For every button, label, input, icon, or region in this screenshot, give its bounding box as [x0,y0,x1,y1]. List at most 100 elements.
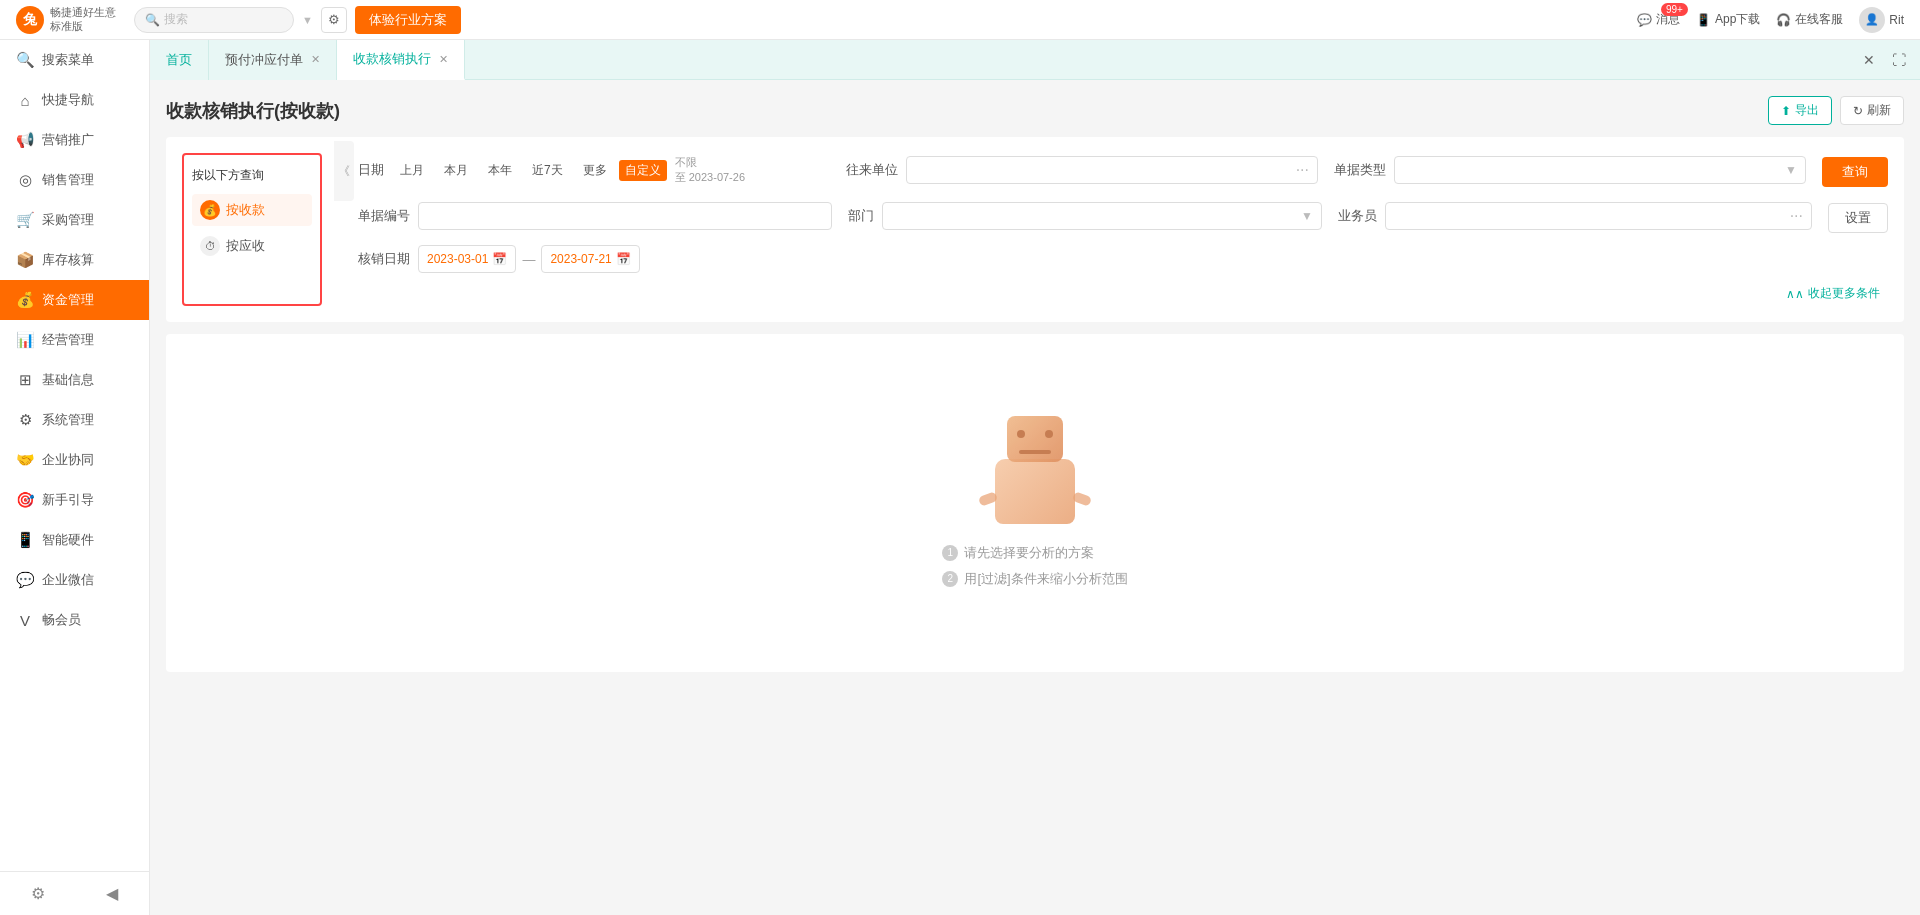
filter-row-2: 单据编号 部门 ▼ 业务员 [358,199,1888,233]
sidebar-item-operation[interactable]: 📊 经营管理 [0,320,149,360]
filter-by-receivable[interactable]: ⏱ 按应收 [192,230,312,262]
inventory-icon: 📦 [16,251,34,269]
sidebar-settings-btn[interactable]: ⚙ [23,880,53,907]
doctype-label: 单据类型 [1334,161,1386,179]
dept-label: 部门 [848,207,874,225]
sidebar-item-wechat[interactable]: 💬 企业微信 [0,560,149,600]
tab-receivable[interactable]: 收款核销执行 ✕ [337,40,465,80]
filter-fields: 日期 上月 本月 本年 近7天 更多 自定义 [358,153,1888,306]
tab-receivable-close[interactable]: ✕ [439,53,448,66]
verify-date-start[interactable]: 2023-03-01 📅 [418,245,516,273]
user-avatar: 👤 [1859,7,1885,33]
verify-date-range: 2023-03-01 📅 — 2023-07-21 📅 [418,245,640,273]
collapse-more-btn[interactable]: ∧∧ 收起更多条件 [1778,281,1888,306]
tab-prepay[interactable]: 预付冲应付单 ✕ [209,40,337,80]
sidebar-item-quick-nav[interactable]: ⌂ 快捷导航 [0,80,149,120]
sidebar-item-marketing[interactable]: 📢 营销推广 [0,120,149,160]
user-area[interactable]: 👤 Rit [1859,7,1904,33]
export-icon: ⬆ [1781,104,1791,118]
top-search[interactable]: 🔍 搜索 [134,7,294,33]
app-download-btn[interactable]: 📱 App下载 [1696,11,1760,28]
sidebar: 🔍 搜索菜单 ⌂ 快捷导航 📢 营销推广 ◎ 销售管理 🛒 采购管理 📦 库存核… [0,40,150,915]
export-button[interactable]: ⬆ 导出 [1768,96,1832,125]
filter-panel: 按以下方查询 💰 按收款 ⏱ 按应收 《 [166,137,1904,322]
sidebar-item-inventory[interactable]: 📦 库存核算 [0,240,149,280]
sidebar-item-finance[interactable]: 💰 资金管理 [0,280,149,320]
enterprise-icon: 🤝 [16,451,34,469]
sidebar-item-system[interactable]: ⚙ 系统管理 [0,400,149,440]
staff-select[interactable]: ··· [1385,202,1812,230]
member-icon: V [16,612,34,629]
receivable-icon: ⏱ [200,236,220,256]
receipt-icon: 💰 [200,200,220,220]
logo: 兔 畅捷通好生意 标准版 [16,6,116,34]
filter-row-1: 日期 上月 本月 本年 近7天 更多 自定义 [358,153,1888,187]
filter-collapse-toggle[interactable]: 《 [334,141,354,201]
sidebar-item-enterprise[interactable]: 🤝 企业协同 [0,440,149,480]
right-btns-2: 设置 [1828,199,1888,233]
tab-bar-actions: ✕ ⛶ [1856,47,1920,73]
date-last-month-btn[interactable]: 上月 [392,160,432,181]
filter-actions-row: ∧∧ 收起更多条件 [358,281,1888,306]
partner-label: 往来单位 [846,161,898,179]
message-btn[interactable]: 💬 消息 99+ [1637,11,1680,28]
date-this-month-btn[interactable]: 本月 [436,160,476,181]
filter-verify-date-item: 核销日期 2023-03-01 📅 — 2023-07-21 [358,245,1888,273]
page-actions: ⬆ 导出 ↻ 刷新 [1768,96,1904,125]
chevron-up-icon: ∧∧ [1786,287,1804,301]
system-icon: ⚙ [16,411,34,429]
logo-text: 畅捷通好生意 标准版 [50,6,116,32]
dept-select[interactable]: ▼ [882,202,1322,230]
user-name: Rit [1889,13,1904,27]
filter-row-3: 核销日期 2023-03-01 📅 — 2023-07-21 [358,245,1888,273]
filter-partner-item: 往来单位 ··· [846,156,1318,184]
operation-icon: 📊 [16,331,34,349]
sidebar-item-purchase[interactable]: 🛒 采购管理 [0,200,149,240]
empty-hints: 1 请先选择要分析的方案 2 用[过滤]条件来缩小分析范围 [942,540,1127,592]
empty-state: 1 请先选择要分析的方案 2 用[过滤]条件来缩小分析范围 [166,334,1904,672]
logo-icon: 兔 [16,6,44,34]
verify-date-end[interactable]: 2023-07-21 📅 [541,245,639,273]
filter-left-title: 按以下方查询 [192,167,312,184]
industry-btn[interactable]: 体验行业方案 [355,6,461,34]
hardware-icon: 📱 [16,531,34,549]
main-layout: 🔍 搜索菜单 ⌂ 快捷导航 📢 营销推广 ◎ 销售管理 🛒 采购管理 📦 库存核… [0,40,1920,915]
sidebar-item-member[interactable]: V 畅会员 [0,600,149,640]
tab-prepay-close[interactable]: ✕ [311,53,320,66]
date-more-btn[interactable]: 更多 [575,160,615,181]
page-title: 收款核销执行(按收款) [166,99,340,123]
query-button[interactable]: 查询 [1822,157,1888,187]
calendar-end-icon: 📅 [616,252,631,266]
sidebar-item-sales[interactable]: ◎ 销售管理 [0,160,149,200]
marketing-icon: 📢 [16,131,34,149]
gear-button[interactable]: ⚙ [321,7,347,33]
date-custom-btn[interactable]: 自定义 [619,160,667,181]
partner-dots-icon: ··· [1296,161,1309,179]
date-group: 上月 本月 本年 近7天 更多 自定义 [392,160,667,181]
date-7days-btn[interactable]: 近7天 [524,160,571,181]
sidebar-item-hardware[interactable]: 📱 智能硬件 [0,520,149,560]
content-area: 首页 预付冲应付单 ✕ 收款核销执行 ✕ ✕ ⛶ 收款核销执行(按收款) [150,40,1920,915]
top-dropdown[interactable]: ▼ [302,14,313,26]
date-not-limit-to: 至 2023-07-26 [675,170,745,185]
tab-home[interactable]: 首页 [150,40,209,80]
wechat-icon: 💬 [16,571,34,589]
settings-button[interactable]: 设置 [1828,203,1888,233]
filter-by-receipt[interactable]: 💰 按收款 [192,194,312,226]
date-this-year-btn[interactable]: 本年 [480,160,520,181]
empty-hint-1: 1 请先选择要分析的方案 [942,540,1127,566]
doctype-select[interactable]: ▼ [1394,156,1806,184]
sidebar-item-search-menu[interactable]: 🔍 搜索菜单 [0,40,149,80]
refresh-button[interactable]: ↻ 刷新 [1840,96,1904,125]
online-service-btn[interactable]: 🎧 在线客服 [1776,11,1843,28]
sidebar-item-base-info[interactable]: ⊞ 基础信息 [0,360,149,400]
sidebar-collapse-btn[interactable]: ◀ [98,880,126,907]
tab-close-all-btn[interactable]: ✕ [1856,47,1882,73]
tab-expand-btn[interactable]: ⛶ [1886,47,1912,73]
partner-select[interactable]: ··· [906,156,1318,184]
sales-icon: ◎ [16,171,34,189]
empty-illustration [975,414,1095,524]
quick-nav-icon: ⌂ [16,92,34,109]
docno-input[interactable] [418,202,832,230]
sidebar-item-guide[interactable]: 🎯 新手引导 [0,480,149,520]
